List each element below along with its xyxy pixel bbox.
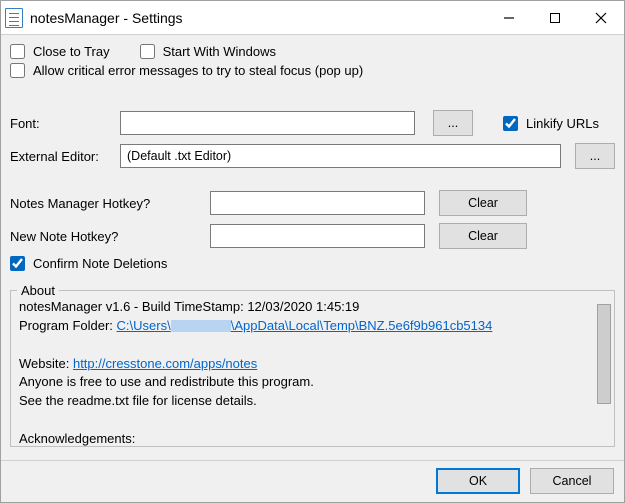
about-scrollbar[interactable] [594, 298, 614, 446]
about-legend: About [17, 283, 59, 298]
font-input[interactable] [120, 111, 415, 135]
maximize-button[interactable] [532, 1, 578, 35]
scroll-thumb[interactable] [597, 304, 611, 404]
about-website-label: Website: [19, 356, 69, 371]
close-button[interactable] [578, 1, 624, 35]
about-website-link[interactable]: http://cresstone.com/apps/notes [73, 356, 257, 371]
about-version-line: notesManager v1.6 - Build TimeStamp: 12/… [19, 299, 359, 314]
external-editor-browse-button[interactable]: ... [575, 143, 615, 169]
external-editor-input[interactable] [120, 144, 561, 168]
close-to-tray-input[interactable] [10, 44, 25, 59]
client-area: Close to Tray Start With Windows Allow c… [1, 35, 624, 460]
start-with-windows-input[interactable] [140, 44, 155, 59]
allow-critical-checkbox[interactable]: Allow critical error messages to try to … [10, 63, 363, 78]
start-with-windows-label: Start With Windows [163, 44, 276, 59]
confirm-delete-label: Confirm Note Deletions [33, 256, 167, 271]
allow-critical-input[interactable] [10, 63, 25, 78]
about-folder-link[interactable]: C:\Users\\AppData\Local\Temp\BNZ.5e6f9b9… [117, 318, 493, 333]
newnote-hotkey-clear-button[interactable]: Clear [439, 223, 527, 249]
app-icon [5, 8, 23, 28]
linkify-urls-checkbox[interactable]: Linkify URLs [503, 116, 599, 131]
newnote-hotkey-label: New Note Hotkey? [10, 229, 210, 244]
about-text: notesManager v1.6 - Build TimeStamp: 12/… [11, 298, 594, 446]
about-redistribute: Anyone is free to use and redistribute t… [19, 374, 314, 389]
allow-critical-label: Allow critical error messages to try to … [33, 63, 363, 78]
newnote-hotkey-input[interactable] [210, 224, 425, 248]
settings-window: notesManager - Settings Close to Tray St… [0, 0, 625, 503]
about-folder-label: Program Folder: [19, 318, 113, 333]
linkify-urls-input[interactable] [503, 116, 518, 131]
minimize-icon [503, 12, 515, 24]
dialog-footer: OK Cancel [1, 460, 624, 502]
minimize-button[interactable] [486, 1, 532, 35]
linkify-urls-label: Linkify URLs [526, 116, 599, 131]
about-groupbox: About notesManager v1.6 - Build TimeStam… [10, 283, 615, 447]
font-browse-button[interactable]: ... [433, 110, 473, 136]
notes-hotkey-input[interactable] [210, 191, 425, 215]
close-to-tray-checkbox[interactable]: Close to Tray [10, 44, 110, 59]
font-label: Font: [10, 116, 120, 131]
titlebar: notesManager - Settings [1, 1, 624, 35]
close-icon [595, 12, 607, 24]
notes-hotkey-label: Notes Manager Hotkey? [10, 196, 210, 211]
notes-hotkey-clear-button[interactable]: Clear [439, 190, 527, 216]
ok-button[interactable]: OK [436, 468, 520, 494]
redacted-user [171, 320, 231, 332]
external-editor-label: External Editor: [10, 149, 120, 164]
close-to-tray-label: Close to Tray [33, 44, 110, 59]
start-with-windows-checkbox[interactable]: Start With Windows [140, 44, 276, 59]
window-title: notesManager - Settings [30, 10, 486, 26]
about-ack-heading: Acknowledgements: [19, 431, 135, 446]
cancel-button[interactable]: Cancel [530, 468, 614, 494]
confirm-delete-checkbox[interactable]: Confirm Note Deletions [10, 256, 167, 271]
about-readme: See the readme.txt file for license deta… [19, 393, 257, 408]
maximize-icon [550, 13, 560, 23]
confirm-delete-input[interactable] [10, 256, 25, 271]
